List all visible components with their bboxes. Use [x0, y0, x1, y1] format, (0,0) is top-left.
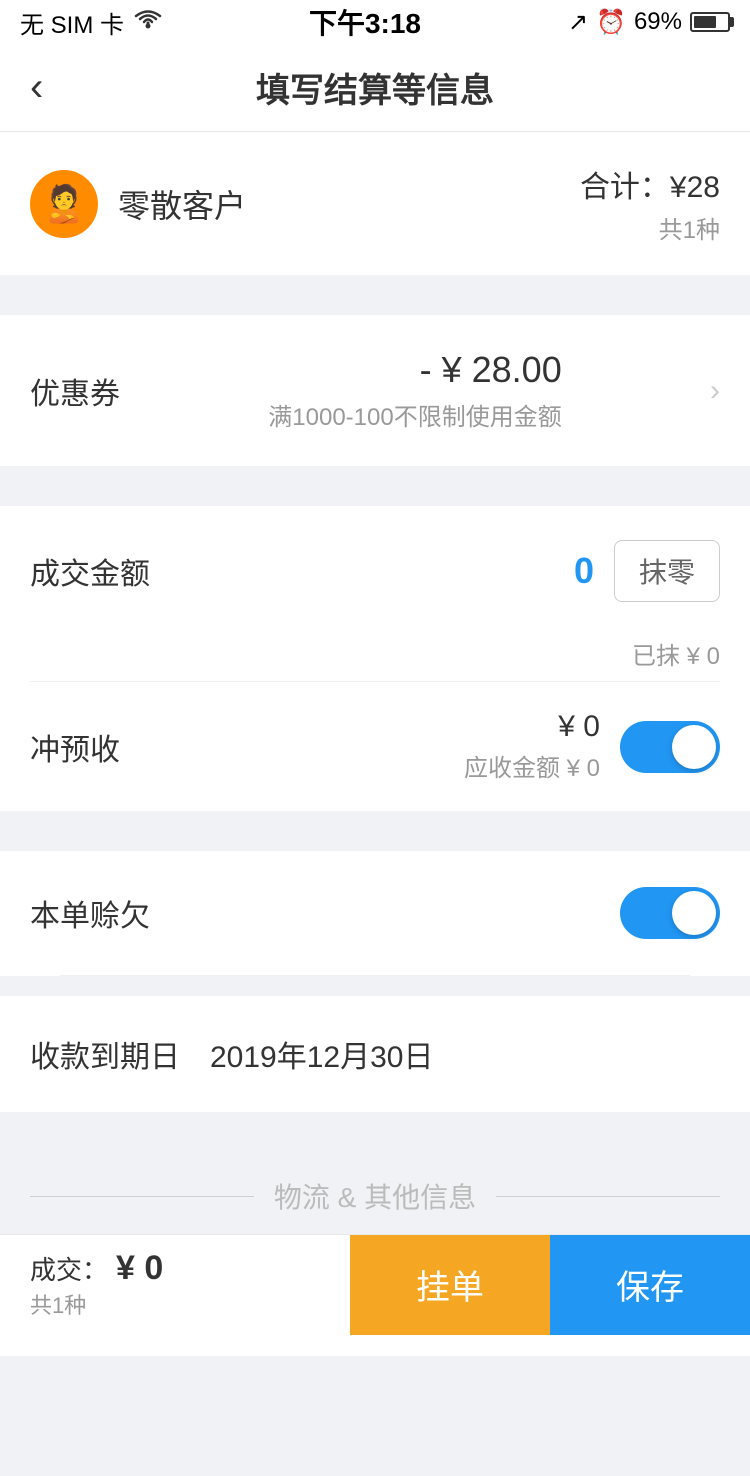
arrears-row: 本单赊欠 — [30, 851, 720, 975]
section-divider-2 — [0, 486, 750, 506]
status-bar: 无 SIM 卡 下午3:18 ↗ ⏰ 69% — [0, 0, 750, 44]
wifi-icon — [134, 8, 162, 36]
logistics-divider: 物流 & 其他信息 — [0, 1152, 750, 1240]
prepay-sub-value: 应收金额 ¥ 0 — [464, 748, 600, 783]
duedate-section: 收款到期日 2019年12月30日 — [0, 996, 750, 1112]
coupon-hint: 满1000-100不限制使用金额 — [268, 397, 561, 432]
nav-bar: ‹ 填写结算等信息 — [0, 44, 750, 132]
status-time: 下午3:18 — [309, 2, 421, 42]
round-zero-button[interactable]: 抹零 — [614, 540, 720, 602]
location-icon: ↗ — [568, 8, 588, 37]
coupon-right: - ¥ 28.00 满1000-100不限制使用金额 — [268, 349, 561, 432]
back-icon: ‹ — [30, 65, 43, 110]
prepay-right: ¥ 0 应收金额 ¥ 0 — [464, 710, 720, 783]
carrier-text: 无 SIM 卡 — [20, 5, 124, 40]
section-divider-3 — [0, 831, 750, 851]
deal-section: 成交金额 0 抹零 已抹 ¥ 0 冲预收 ¥ 0 应收金额 ¥ 0 — [0, 506, 750, 811]
arrears-label: 本单赊欠 — [30, 891, 150, 935]
prepay-values: ¥ 0 应收金额 ¥ 0 — [464, 710, 600, 783]
prepay-toggle[interactable] — [620, 721, 720, 773]
duedate-value: 2019年12月30日 — [210, 1032, 433, 1076]
section-divider-4 — [0, 1132, 750, 1152]
coupon-row[interactable]: 优惠券 - ¥ 28.00 满1000-100不限制使用金额 › — [0, 315, 750, 466]
logistics-text: 物流 & 其他信息 — [274, 1176, 476, 1216]
toggle-knob — [672, 725, 716, 769]
bottom-spacer — [0, 1376, 750, 1476]
customer-row: 🙎 零散客户 合计：¥28 共1种 — [0, 132, 750, 275]
battery-icon — [690, 12, 730, 32]
prepay-row: 冲预收 ¥ 0 应收金额 ¥ 0 — [30, 681, 720, 811]
bottom-count: 共1种 — [30, 1288, 320, 1320]
logistics-line-left — [30, 1196, 254, 1197]
arrears-divider — [60, 975, 690, 976]
bottom-deal-label: 成交： — [30, 1250, 108, 1287]
bottom-deal-row: 成交： ¥ 0 — [30, 1249, 320, 1288]
pending-button[interactable]: 挂单 — [350, 1235, 550, 1335]
save-button[interactable]: 保存 — [550, 1235, 750, 1335]
status-right: ↗ ⏰ 69% — [568, 8, 730, 37]
arrears-section: 本单赊欠 — [0, 851, 750, 976]
bottom-summary: 成交： ¥ 0 共1种 — [0, 1249, 350, 1320]
deal-amount-value: 0 — [574, 550, 594, 592]
arrears-toggle-knob — [672, 891, 716, 935]
total-count: 共1种 — [580, 210, 720, 245]
section-divider-1 — [0, 295, 750, 315]
bottom-deal-amount: ¥ 0 — [116, 1249, 163, 1288]
alarm-icon: ⏰ — [596, 8, 626, 37]
chevron-right-icon: › — [710, 374, 720, 408]
page-title: 填写结算等信息 — [256, 63, 494, 112]
customer-name: 零散客户 — [118, 181, 246, 227]
duedate-label: 收款到期日 — [30, 1032, 180, 1076]
deal-right: 0 抹零 — [574, 540, 720, 602]
customer-left: 🙎 零散客户 — [30, 170, 246, 238]
total-amount: 合计：¥28 — [580, 162, 720, 206]
coupon-value: - ¥ 28.00 — [268, 349, 561, 391]
status-left: 无 SIM 卡 — [20, 5, 162, 40]
deal-amount-label: 成交金额 — [30, 549, 150, 593]
coupon-label: 优惠券 — [30, 369, 120, 413]
customer-section: 🙎 零散客户 合计：¥28 共1种 — [0, 132, 750, 275]
customer-avatar: 🙎 — [30, 170, 98, 238]
deal-sub-label: 已抹 ¥ 0 — [30, 636, 720, 681]
avatar-icon: 🙎 — [42, 183, 87, 225]
arrears-toggle[interactable] — [620, 887, 720, 939]
logistics-line-right — [496, 1196, 720, 1197]
duedate-row: 收款到期日 2019年12月30日 — [30, 996, 720, 1112]
deal-amount-row: 成交金额 0 抹零 — [30, 506, 720, 636]
back-button[interactable]: ‹ — [30, 65, 43, 110]
prepay-label: 冲预收 — [30, 725, 120, 769]
battery-percent: 69% — [634, 8, 682, 36]
prepay-main-value: ¥ 0 — [464, 710, 600, 744]
customer-right: 合计：¥28 共1种 — [580, 162, 720, 245]
coupon-section[interactable]: 优惠券 - ¥ 28.00 满1000-100不限制使用金额 › — [0, 315, 750, 466]
bottom-bar: 成交： ¥ 0 共1种 挂单 保存 — [0, 1234, 750, 1334]
